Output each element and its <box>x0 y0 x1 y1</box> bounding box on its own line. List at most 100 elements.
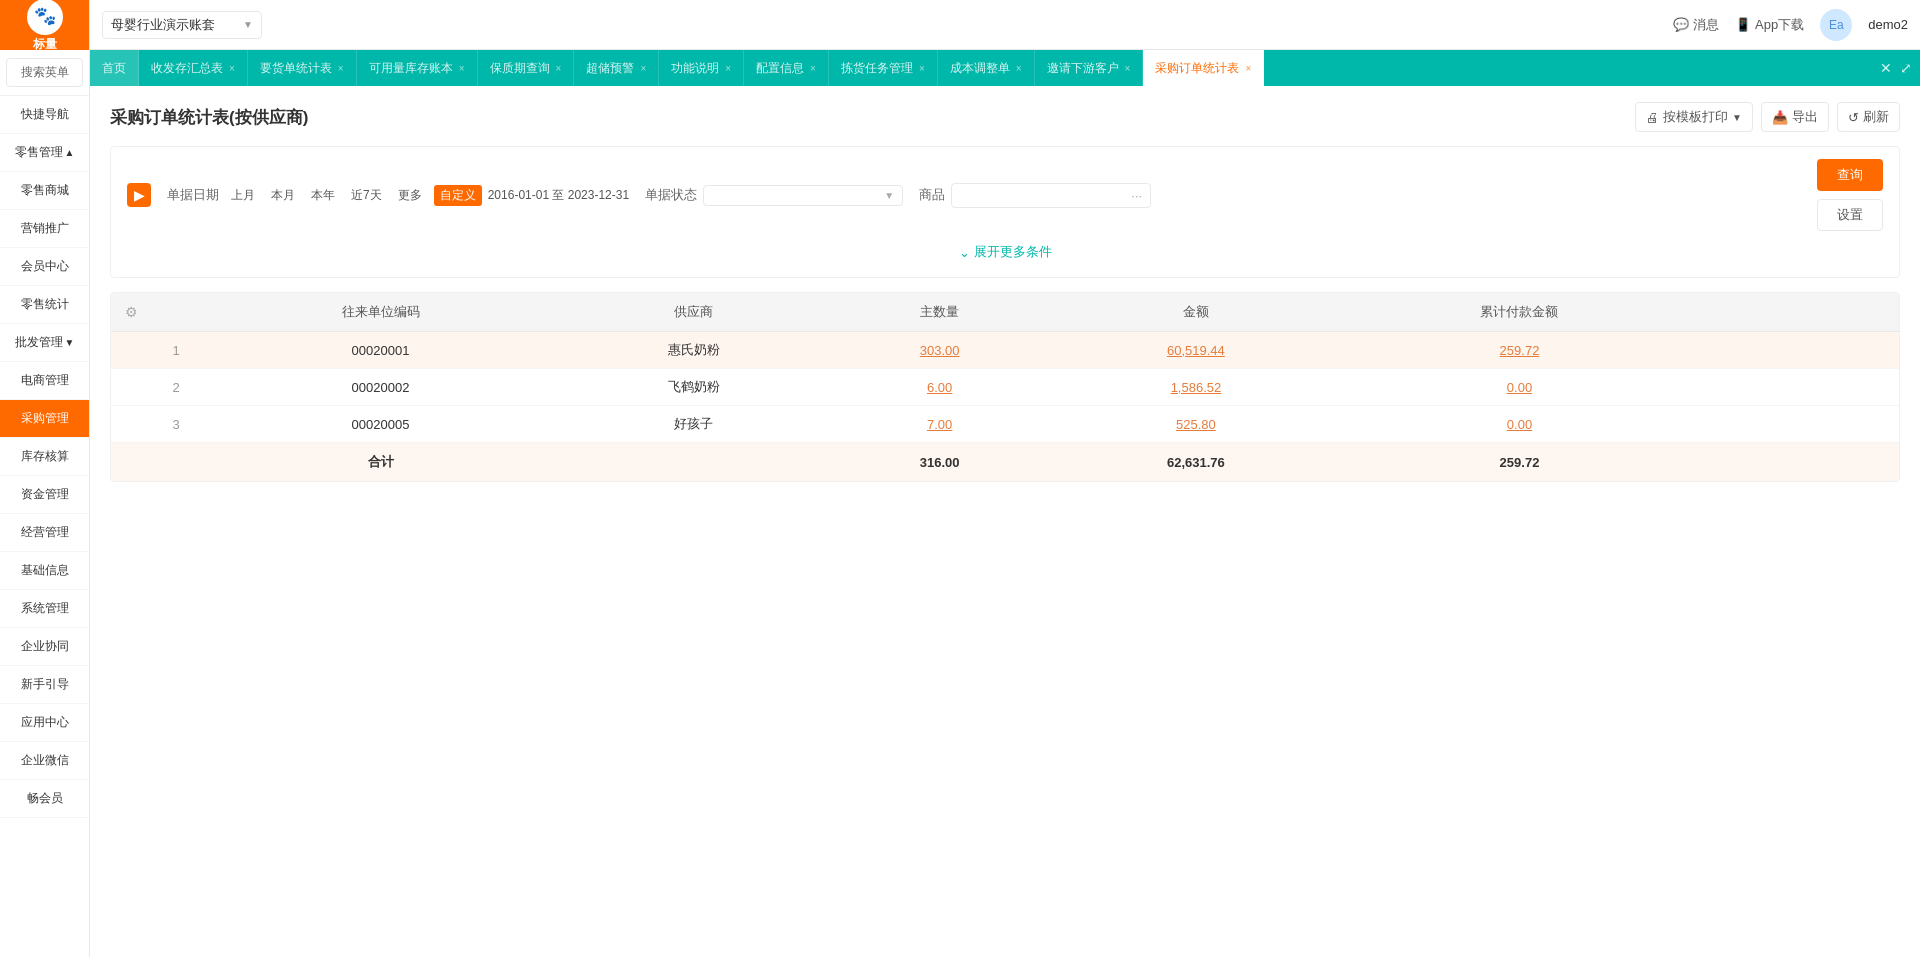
query-button[interactable]: 查询 <box>1817 159 1883 191</box>
tab-label: 可用量库存账本 <box>369 60 453 77</box>
tab-label: 邀请下游客户 <box>1047 60 1119 77</box>
sidebar-search-area: 搜索英单 <box>0 50 89 96</box>
workspace-selector[interactable]: 母婴行业演示账套 ▼ <box>102 11 262 39</box>
app-download-label: App下载 <box>1755 16 1804 34</box>
sidebar-item-enterprise[interactable]: 企业协同 <box>0 628 89 666</box>
search-menu-button[interactable]: 搜索英单 <box>6 58 83 87</box>
row-qty[interactable]: 6.00 <box>827 369 1051 406</box>
shortcut-this-year[interactable]: 本年 <box>305 185 341 206</box>
col-settings[interactable]: ⚙ <box>111 293 151 332</box>
sidebar-item-retail-stats[interactable]: 零售统计 <box>0 286 89 324</box>
sidebar-item-label: 营销推广 <box>21 220 69 237</box>
row-amount[interactable]: 60,519.44 <box>1052 332 1340 369</box>
tab-label: 收发存汇总表 <box>151 60 223 77</box>
row-paid[interactable]: 0.00 <box>1340 369 1699 406</box>
footer-label: 合计 <box>201 443 560 482</box>
filter-toggle-button[interactable]: ▶ <box>127 183 151 207</box>
shortcut-this-month[interactable]: 本月 <box>265 185 301 206</box>
message-button[interactable]: 💬 消息 <box>1673 16 1719 34</box>
close-icon[interactable]: × <box>229 63 235 74</box>
close-icon[interactable]: × <box>556 63 562 74</box>
sidebar-item-vip[interactable]: 畅会员 <box>0 780 89 818</box>
row-qty[interactable]: 7.00 <box>827 406 1051 443</box>
sidebar-item-member[interactable]: 会员中心 <box>0 248 89 286</box>
filter-area: ▶ 单据日期 上月 本月 本年 近7天 更多 自定义 2016-01-01 至 … <box>110 146 1900 278</box>
sidebar-item-basic[interactable]: 基础信息 <box>0 552 89 590</box>
sidebar-item-label: 快捷导航 <box>21 106 69 123</box>
page-content: 采购订单统计表(按供应商) 🖨 按模板打印 ▼ 📥 导出 ↺ 刷新 <box>90 86 1920 957</box>
sidebar-item-purchase[interactable]: 采购管理 <box>0 400 89 438</box>
row-amount[interactable]: 525.80 <box>1052 406 1340 443</box>
maximize-button[interactable]: ⤢ <box>1900 60 1912 76</box>
goods-select[interactable]: ··· <box>951 183 1151 208</box>
close-icon[interactable]: × <box>459 63 465 74</box>
row-paid[interactable]: 0.00 <box>1340 406 1699 443</box>
tab-peizhi[interactable]: 配置信息 × <box>744 50 829 86</box>
close-icon[interactable]: × <box>1125 63 1131 74</box>
sidebar-item-system[interactable]: 系统管理 <box>0 590 89 628</box>
date-range-display: 2016-01-01 至 2023-12-31 <box>488 187 629 204</box>
sidebar-item-label: 经营管理 <box>21 524 69 541</box>
sidebar-item-appcenter[interactable]: 应用中心 <box>0 704 89 742</box>
row-paid[interactable]: 259.72 <box>1340 332 1699 369</box>
custom-date-badge[interactable]: 自定义 <box>434 185 482 206</box>
tab-baozhiqi[interactable]: 保质期查询 × <box>478 50 575 86</box>
close-icon[interactable]: × <box>1245 63 1251 74</box>
close-icon[interactable]: × <box>810 63 816 74</box>
print-button[interactable]: 🖨 按模板打印 ▼ <box>1635 102 1753 132</box>
logo-icon: 🐾 <box>27 0 63 35</box>
tab-label: 超储预警 <box>586 60 634 77</box>
sidebar-item-label: 新手引导 <box>21 676 69 693</box>
close-tab-button[interactable]: ✕ <box>1880 60 1892 76</box>
tab-keyongliang[interactable]: 可用量库存账本 × <box>357 50 478 86</box>
tab-home[interactable]: 首页 <box>90 50 139 86</box>
sidebar-item-marketing[interactable]: 营销推广 <box>0 210 89 248</box>
sidebar-item-retail-shop[interactable]: 零售商城 <box>0 172 89 210</box>
sidebar-item-wholesale[interactable]: 批发管理 ▼ <box>0 324 89 362</box>
close-icon[interactable]: × <box>338 63 344 74</box>
tab-label: 拣货任务管理 <box>841 60 913 77</box>
sidebar-item-operations[interactable]: 经营管理 <box>0 514 89 552</box>
shortcut-more[interactable]: 更多 <box>392 185 428 206</box>
tab-yaoqing[interactable]: 邀请下游客户 × <box>1035 50 1144 86</box>
sidebar-item-label: 畅会员 <box>27 790 63 807</box>
sidebar-item-quicknav[interactable]: 快捷导航 <box>0 96 89 134</box>
sidebar-item-ecommerce[interactable]: 电商管理 <box>0 362 89 400</box>
tab-shoufayuihui[interactable]: 收发存汇总表 × <box>139 50 248 86</box>
tab-peihuorenwu[interactable]: 拣货任务管理 × <box>829 50 938 86</box>
tab-caigou[interactable]: 采购订单统计表 × <box>1143 50 1264 86</box>
shortcut-last-month[interactable]: 上月 <box>225 185 261 206</box>
settings-button[interactable]: 设置 <box>1817 199 1883 231</box>
purchase-stats-table: ⚙ 往来单位编码 供应商 主数量 金额 累计付款金额 <box>111 293 1899 481</box>
row-amount[interactable]: 1,586.52 <box>1052 369 1340 406</box>
printer-icon: 🖨 <box>1646 110 1659 125</box>
tab-label: 功能说明 <box>671 60 719 77</box>
sidebar-item-retail[interactable]: 零售管理 ▲ <box>0 134 89 172</box>
export-button[interactable]: 📥 导出 <box>1761 102 1829 132</box>
user-avatar[interactable]: Ea <box>1820 9 1852 41</box>
shortcut-7days[interactable]: 近7天 <box>345 185 388 206</box>
close-icon[interactable]: × <box>640 63 646 74</box>
expand-more-button[interactable]: ⌄ 展开更多条件 <box>959 239 1052 265</box>
close-icon[interactable]: × <box>919 63 925 74</box>
close-icon[interactable]: × <box>725 63 731 74</box>
app-download-button[interactable]: 📱 App下载 <box>1735 16 1804 34</box>
sidebar-item-label: 零售管理 <box>15 144 63 161</box>
row-qty[interactable]: 303.00 <box>827 332 1051 369</box>
sidebar-item-inventory[interactable]: 库存核算 <box>0 438 89 476</box>
sidebar-item-newbie[interactable]: 新手引导 <box>0 666 89 704</box>
close-icon[interactable]: × <box>1016 63 1022 74</box>
status-select[interactable]: ▼ <box>703 185 903 206</box>
settings-icon[interactable]: ⚙ <box>125 304 138 320</box>
refresh-button[interactable]: ↺ 刷新 <box>1837 102 1900 132</box>
tab-yaohuo[interactable]: 要货单统计表 × <box>248 50 357 86</box>
sidebar-item-finance[interactable]: 资金管理 <box>0 476 89 514</box>
col-amount: 金额 <box>1052 293 1340 332</box>
tab-chaochuyujing[interactable]: 超储预警 × <box>574 50 659 86</box>
sidebar-item-wechat[interactable]: 企业微信 <box>0 742 89 780</box>
app-logo: 🐾 标量 <box>0 0 89 50</box>
sidebar-item-label: 资金管理 <box>21 486 69 503</box>
print-label: 按模板打印 <box>1663 108 1728 126</box>
tab-gongngshuoming[interactable]: 功能说明 × <box>659 50 744 86</box>
tab-chenben[interactable]: 成本调整单 × <box>938 50 1035 86</box>
